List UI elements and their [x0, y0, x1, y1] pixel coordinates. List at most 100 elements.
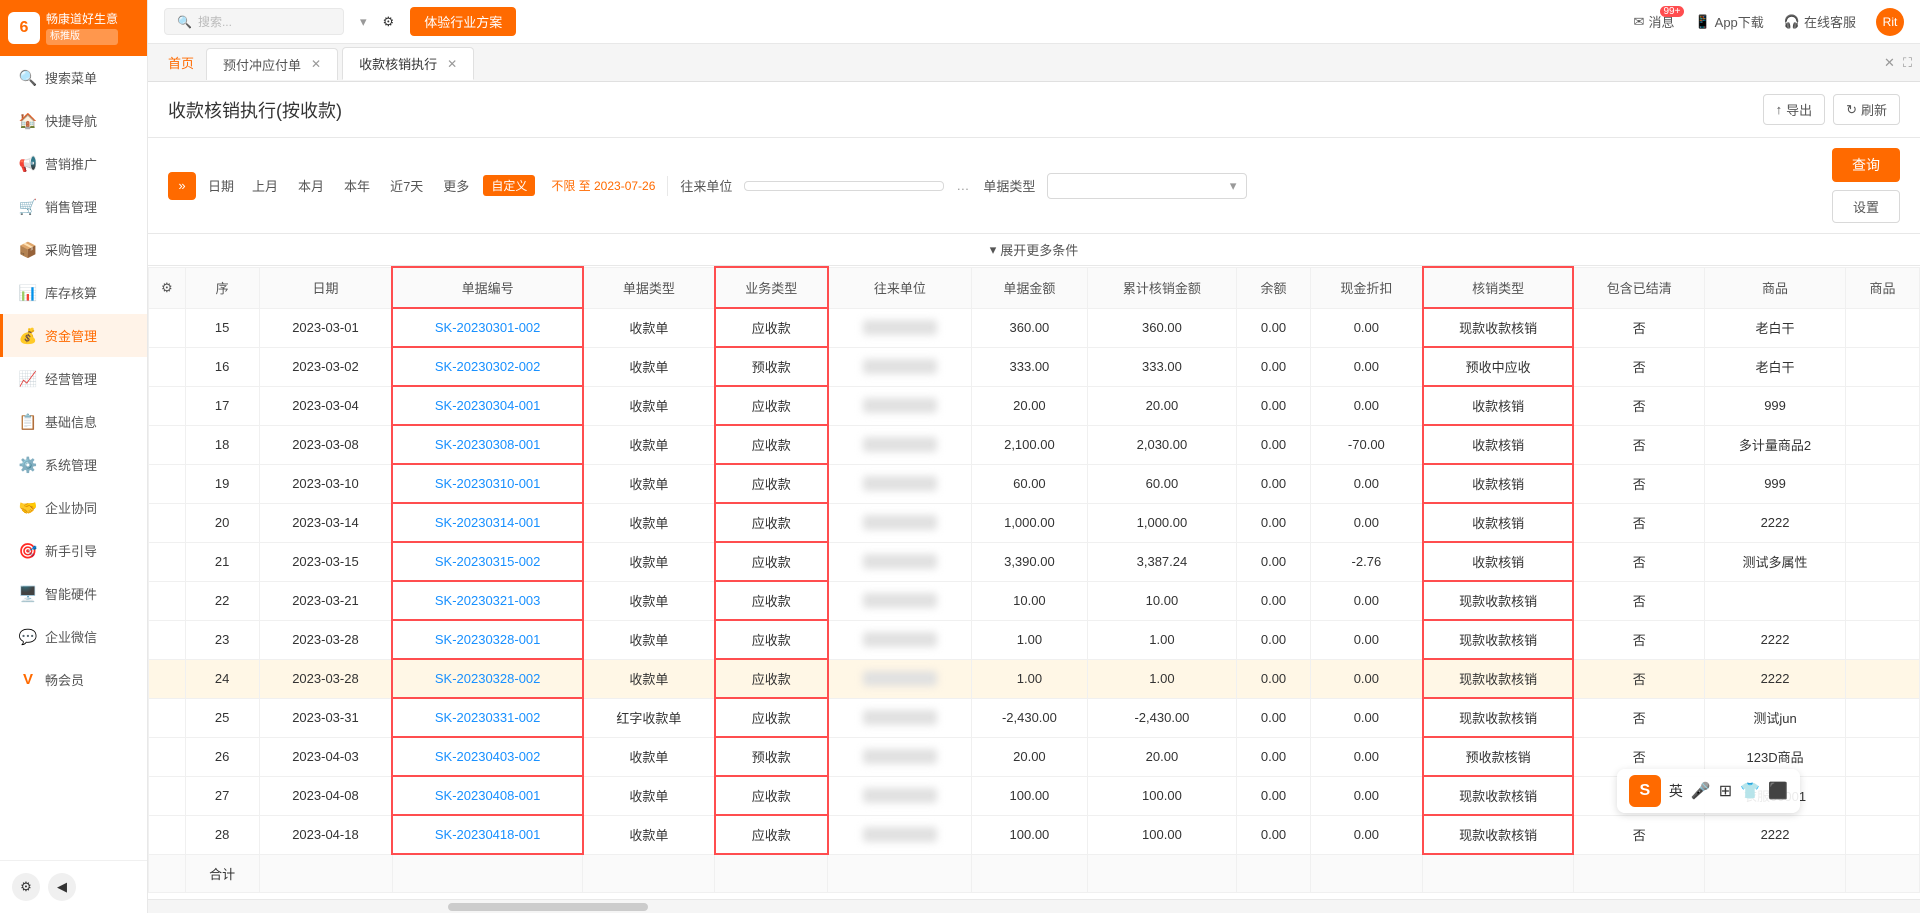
sidebar-item-newbie[interactable]: 🎯 新手引导: [0, 529, 147, 572]
table-cell[interactable]: SK-20230310-001: [392, 464, 583, 503]
table-cell: 收款核销: [1423, 542, 1574, 581]
sidebar-item-operation[interactable]: 📈 经营管理: [0, 357, 147, 400]
sidebar-item-sales[interactable]: 🛒 销售管理: [0, 185, 147, 228]
refresh-button[interactable]: ↻ 刷新: [1833, 94, 1900, 125]
fullscreen-icon[interactable]: ⛶: [1903, 55, 1912, 71]
table-cell[interactable]: SK-20230331-002: [392, 698, 583, 737]
app-download-button[interactable]: 📱 App下载: [1694, 12, 1763, 31]
table-cell: 0.00: [1237, 815, 1311, 854]
table-cell[interactable]: SK-20230304-001: [392, 386, 583, 425]
sidebar-item-finance[interactable]: 💰 资金管理: [0, 314, 147, 357]
close-window-icon[interactable]: ✕: [1884, 55, 1895, 71]
sidebar-item-shortcut[interactable]: 🏠 快捷导航: [0, 99, 147, 142]
top-bar-right: ✉ 消息 99+ 📱 App下载 🎧 在线客服 Rit: [1634, 8, 1904, 36]
settings-button[interactable]: ⚙: [12, 873, 40, 901]
expand-button[interactable]: ▾ 展开更多条件: [990, 240, 1079, 259]
date-filter-label: 日期: [208, 176, 234, 195]
export-button[interactable]: ↑ 导出: [1763, 94, 1826, 125]
table-cell: ████████: [828, 464, 972, 503]
doc-no-link[interactable]: SK-20230302-002: [435, 359, 541, 374]
table-cell[interactable]: SK-20230418-001: [392, 815, 583, 854]
table-cell: 2023-03-28: [259, 659, 392, 698]
query-button[interactable]: 查询: [1832, 148, 1900, 182]
setting-button[interactable]: 设置: [1832, 190, 1900, 223]
filter-custom-btn[interactable]: 自定义: [483, 175, 535, 196]
table-cell[interactable]: SK-20230315-002: [392, 542, 583, 581]
partner-input[interactable]: [744, 181, 944, 191]
sidebar-item-member[interactable]: V 畅会员: [0, 658, 147, 701]
doc-no-link[interactable]: SK-20230403-002: [435, 749, 541, 764]
industry-solution-button[interactable]: 体验行业方案: [410, 7, 516, 36]
table-cell[interactable]: SK-20230328-001: [392, 620, 583, 659]
table-cell: 333.00: [1087, 347, 1236, 386]
partner-label: 往来单位: [680, 176, 732, 195]
doc-no-link[interactable]: SK-20230328-002: [435, 671, 541, 686]
table-cell: 现款收款核销: [1423, 308, 1574, 347]
table-cell: ████████: [828, 698, 972, 737]
tab-payable-close[interactable]: ✕: [311, 57, 321, 71]
message-badge: 99+: [1660, 6, 1685, 17]
doc-no-link[interactable]: SK-20230321-003: [435, 593, 541, 608]
doc-no-link[interactable]: SK-20230408-001: [435, 788, 541, 803]
table-cell[interactable]: SK-20230403-002: [392, 737, 583, 776]
table-cell: [1705, 581, 1846, 620]
gear-button[interactable]: ⚙: [383, 14, 395, 30]
table-cell: 100.00: [1087, 776, 1236, 815]
sidebar-item-enterprise[interactable]: 🤝 企业协同: [0, 486, 147, 529]
horizontal-scrollbar[interactable]: [148, 899, 1920, 913]
scroll-thumb[interactable]: [448, 903, 648, 911]
tab-payable[interactable]: 预付冲应付单 ✕: [206, 48, 338, 80]
filter-more[interactable]: 更多: [437, 174, 475, 197]
table-cell[interactable]: SK-20230321-003: [392, 581, 583, 620]
sidebar-item-hardware[interactable]: 🖥️ 智能硬件: [0, 572, 147, 615]
table-cell[interactable]: SK-20230308-001: [392, 425, 583, 464]
table-cell: 收款单: [583, 308, 715, 347]
collapse-button[interactable]: ◀: [48, 873, 76, 901]
table-cell[interactable]: SK-20230314-001: [392, 503, 583, 542]
tab-home[interactable]: 首页: [156, 47, 206, 78]
table-cell: 21: [185, 542, 259, 581]
sidebar-item-label: 智能硬件: [45, 584, 97, 603]
table-cell[interactable]: SK-20230302-002: [392, 347, 583, 386]
logo-icon: 6: [8, 12, 40, 44]
doc-no-link[interactable]: SK-20230308-001: [435, 437, 541, 452]
support-button[interactable]: 🎧 在线客服: [1784, 12, 1856, 31]
table-cell[interactable]: SK-20230328-002: [392, 659, 583, 698]
filter-dots[interactable]: …: [956, 178, 971, 193]
sidebar-item-purchase[interactable]: 📦 采购管理: [0, 228, 147, 271]
table-cell[interactable]: SK-20230301-002: [392, 308, 583, 347]
doc-no-link[interactable]: SK-20230314-001: [435, 515, 541, 530]
tab-receivable[interactable]: 收款核销执行 ✕: [342, 47, 474, 80]
doc-no-link[interactable]: SK-20230310-001: [435, 476, 541, 491]
filter-toggle-button[interactable]: »: [168, 172, 196, 200]
sidebar-item-basic[interactable]: 📋 基础信息: [0, 400, 147, 443]
table-cell: [149, 386, 186, 425]
doc-no-link[interactable]: SK-20230304-001: [435, 398, 541, 413]
sidebar-item-search[interactable]: 🔍 搜索菜单: [0, 56, 147, 99]
sidebar-item-wechat[interactable]: 💬 企业微信: [0, 615, 147, 658]
table-footer-row: 合计: [149, 854, 1920, 892]
doc-no-link[interactable]: SK-20230331-002: [435, 710, 541, 725]
table-row: 152023-03-01SK-20230301-002收款单应收款███████…: [149, 308, 1920, 347]
top-search-box[interactable]: 🔍 搜索...: [164, 8, 344, 35]
user-avatar[interactable]: Rit: [1876, 8, 1904, 36]
sidebar-item-inventory[interactable]: 📊 库存核算: [0, 271, 147, 314]
doc-no-link[interactable]: SK-20230315-002: [435, 554, 541, 569]
tab-receivable-close[interactable]: ✕: [447, 57, 457, 71]
filter-this-year[interactable]: 本年: [338, 174, 376, 197]
table-cell: 0.00: [1237, 659, 1311, 698]
table-cell: 999: [1705, 464, 1846, 503]
filter-this-month[interactable]: 本月: [292, 174, 330, 197]
sidebar-item-marketing[interactable]: 📢 营销推广: [0, 142, 147, 185]
col-header-gear[interactable]: ⚙: [149, 267, 186, 308]
doc-type-select[interactable]: ▾: [1047, 173, 1247, 199]
footer-cell: [1573, 854, 1704, 892]
doc-no-link[interactable]: SK-20230418-001: [435, 827, 541, 842]
doc-no-link[interactable]: SK-20230328-001: [435, 632, 541, 647]
filter-7days[interactable]: 近7天: [384, 174, 429, 197]
sidebar-item-system[interactable]: ⚙️ 系统管理: [0, 443, 147, 486]
doc-no-link[interactable]: SK-20230301-002: [435, 320, 541, 335]
filter-last-month[interactable]: 上月: [246, 174, 284, 197]
table-cell[interactable]: SK-20230408-001: [392, 776, 583, 815]
message-button[interactable]: ✉ 消息 99+: [1634, 12, 1675, 31]
